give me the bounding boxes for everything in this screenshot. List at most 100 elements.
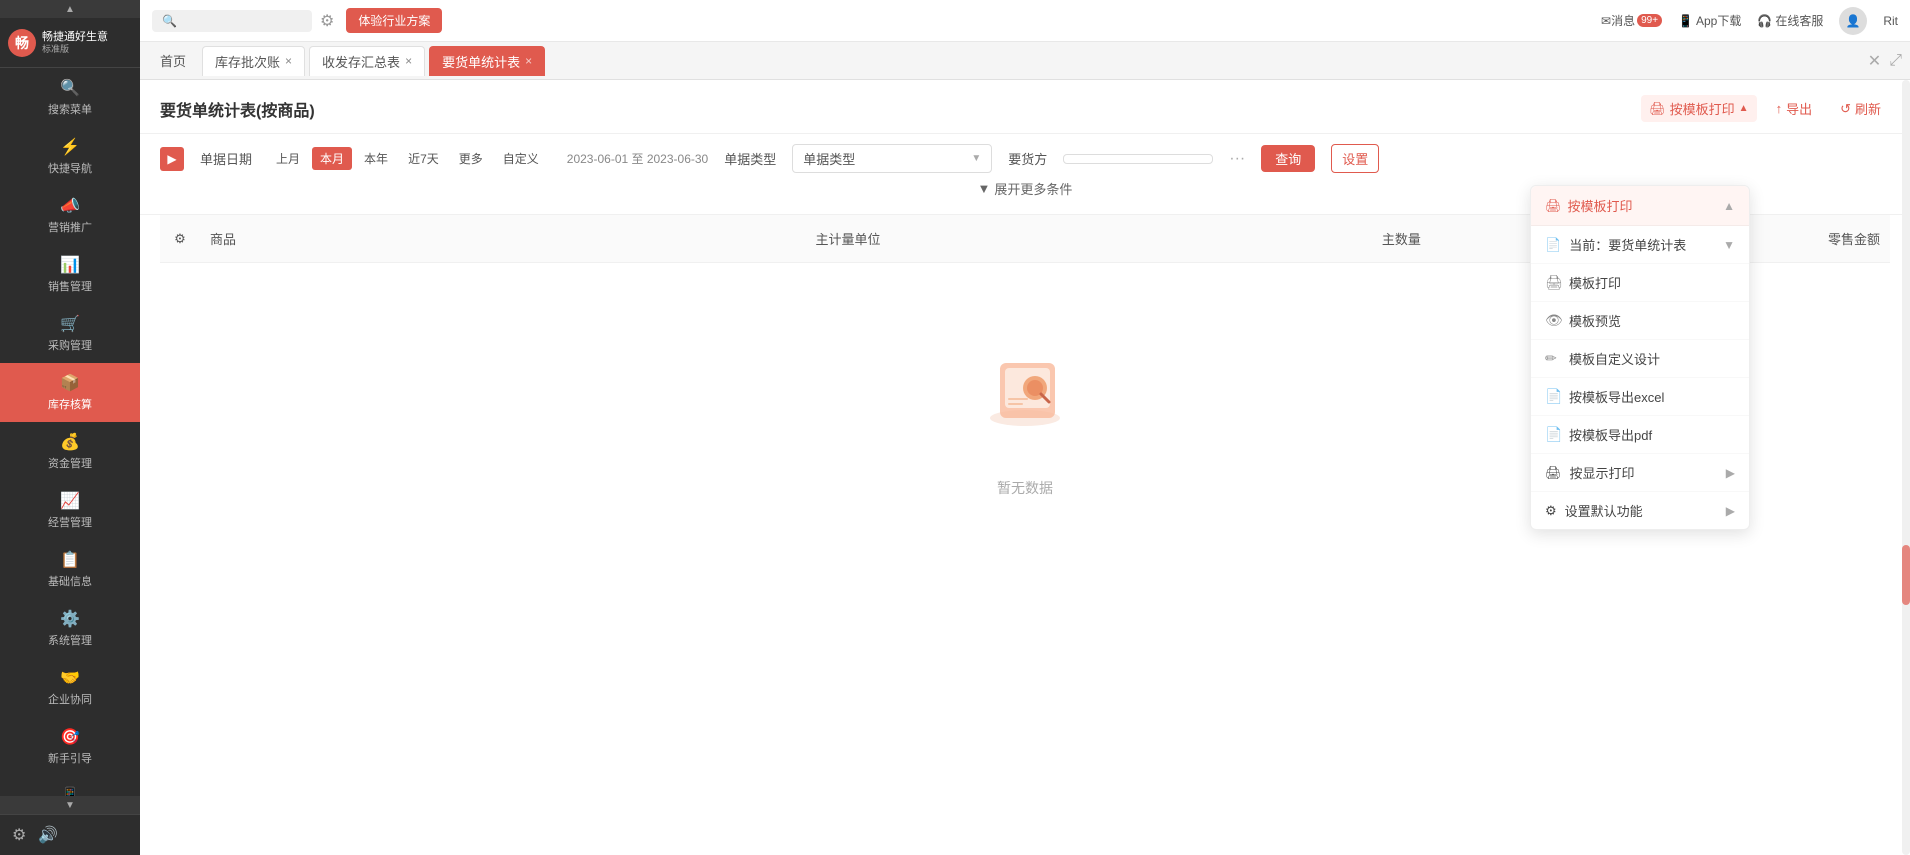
basic-icon: 📋 bbox=[60, 550, 80, 570]
sidebar-item-basic[interactable]: 📋 基础信息 bbox=[0, 540, 140, 599]
date-tab-custom[interactable]: 自定义 bbox=[495, 147, 547, 170]
topbar-search[interactable]: 🔍 bbox=[152, 10, 312, 32]
more-options-icon[interactable]: ··· bbox=[1229, 150, 1245, 168]
template-print-icon: 🖨 bbox=[1545, 274, 1561, 291]
tab-order-stats[interactable]: 要货单统计表 × bbox=[429, 46, 545, 76]
sidebar-item-purchase[interactable]: 🛒 采购管理 bbox=[0, 304, 140, 363]
sidebar-item-label: 快捷导航 bbox=[48, 160, 92, 176]
sidebar-item-label: 搜索菜单 bbox=[48, 101, 92, 117]
current-item-left: 📄 当前：要货单统计表 bbox=[1545, 235, 1686, 254]
marketing-icon: 📣 bbox=[60, 196, 80, 216]
receivables-tab-label: 收发存汇总表 bbox=[322, 52, 400, 71]
messages-button[interactable]: ✉ 消息 99+ bbox=[1601, 12, 1662, 29]
service-button[interactable]: 🎧 在线客服 bbox=[1757, 12, 1823, 29]
sidebar-item-search[interactable]: 🔍 搜索菜单 bbox=[0, 68, 140, 127]
scroll-thumb[interactable] bbox=[1902, 545, 1910, 605]
export-button[interactable]: ↑ 导出 bbox=[1767, 94, 1822, 123]
close-window-btn[interactable]: ✕ bbox=[1868, 51, 1881, 71]
default-func-left: ⚙ 设置默认功能 bbox=[1545, 501, 1643, 520]
sidebar-item-operation[interactable]: 📈 经营管理 bbox=[0, 481, 140, 540]
sidebar-item-finance[interactable]: 💰 资金管理 bbox=[0, 422, 140, 481]
settings-icon[interactable]: ⚙ bbox=[12, 825, 26, 845]
sidebar-scroll-up[interactable]: ▲ bbox=[0, 0, 140, 18]
dropdown-header[interactable]: 🖨 按模板打印 ▲ bbox=[1531, 186, 1749, 226]
th-qty: 主数量 bbox=[1118, 223, 1431, 254]
th-icon[interactable]: ⚙ bbox=[160, 225, 200, 253]
date-range: 2023-06-01 至 2023-06-30 bbox=[567, 150, 708, 167]
tab-receivables[interactable]: 收发存汇总表 × bbox=[309, 46, 425, 76]
expand-icon: ▼ bbox=[978, 181, 991, 196]
sidebar-item-sales[interactable]: 📊 销售管理 bbox=[0, 245, 140, 304]
dropdown-item-template-pdf[interactable]: 📄 按模板导出pdf bbox=[1531, 416, 1749, 454]
tab-home[interactable]: 首页 bbox=[148, 46, 198, 75]
sidebar-item-apps[interactable]: 📱 应用中心 bbox=[0, 776, 140, 796]
dropdown-item-default-func[interactable]: ⚙ 设置默认功能 ▶ bbox=[1531, 492, 1749, 529]
current-icon: 📄 bbox=[1545, 237, 1561, 253]
sidebar-item-label: 经营管理 bbox=[48, 514, 92, 530]
tab-close-order-stats[interactable]: × bbox=[525, 54, 532, 68]
topbar-right: ✉ 消息 99+ 📱 App下载 🎧 在线客服 👤 Rit bbox=[1601, 7, 1898, 35]
dropdown-item-display-print[interactable]: 🖨 按显示打印 ▶ bbox=[1531, 454, 1749, 492]
scroll-track[interactable] bbox=[1902, 80, 1910, 855]
current-label: 当前：要货单统计表 bbox=[1569, 235, 1686, 254]
purchase-icon: 🛒 bbox=[60, 314, 80, 334]
tab-close-receivables[interactable]: × bbox=[405, 54, 412, 68]
system-icon: ⚙️ bbox=[60, 609, 80, 629]
quicknav-icon: ⚡ bbox=[60, 137, 80, 157]
dropdown-item-template-print[interactable]: 🖨 模板打印 bbox=[1531, 264, 1749, 302]
sidebar-item-guide[interactable]: 🎯 新手引导 bbox=[0, 717, 140, 776]
sidebar-item-label: 资金管理 bbox=[48, 455, 92, 471]
tab-close-inventory-batch[interactable]: × bbox=[285, 54, 292, 68]
display-print-left: 🖨 按显示打印 bbox=[1545, 463, 1635, 482]
date-tab-this-year[interactable]: 本年 bbox=[356, 147, 396, 170]
settings-button[interactable]: 设置 bbox=[1331, 144, 1379, 173]
sidebar-item-label: 营销推广 bbox=[48, 219, 92, 235]
date-tab-last-month[interactable]: 上月 bbox=[268, 147, 308, 170]
sidebar-bottom: ⚙ 🔊 bbox=[0, 814, 140, 855]
sidebar-item-label: 库存核算 bbox=[48, 396, 92, 412]
dropdown-item-template-design[interactable]: ✏ 模板自定义设计 bbox=[1531, 340, 1749, 378]
inventory-batch-tab-label: 库存批次账 bbox=[215, 52, 280, 71]
logo-text: 畅捷通好生意 标准版 bbox=[42, 30, 108, 56]
settings-gear-icon[interactable]: ⚙ bbox=[320, 11, 334, 31]
sidebar-item-collab[interactable]: 🤝 企业协同 bbox=[0, 658, 140, 717]
user-avatar[interactable]: 👤 bbox=[1839, 7, 1867, 35]
tab-inventory-batch[interactable]: 库存批次账 × bbox=[202, 46, 305, 76]
doc-type-select[interactable]: 单据类型 ▼ bbox=[792, 144, 992, 173]
trial-button[interactable]: 体验行业方案 bbox=[346, 8, 442, 33]
page-actions: 🖨 按模板打印 ▲ ↑ 导出 ↺ 刷新 bbox=[1641, 94, 1890, 123]
filter-expand-btn[interactable]: ▶ bbox=[160, 147, 184, 171]
sidebar-item-label: 销售管理 bbox=[48, 278, 92, 294]
sidebar-item-inventory[interactable]: 📦 库存核算 bbox=[0, 363, 140, 422]
operation-icon: 📈 bbox=[60, 491, 80, 511]
sidebar-item-quicknav[interactable]: ⚡ 快捷导航 bbox=[0, 127, 140, 186]
dropdown-item-template-excel[interactable]: 📄 按模板导出excel bbox=[1531, 378, 1749, 416]
template-excel-icon: 📄 bbox=[1545, 388, 1561, 405]
logo-icon: 畅 bbox=[8, 29, 36, 57]
goods-type-input[interactable] bbox=[1063, 154, 1213, 164]
date-tab-7days[interactable]: 近7天 bbox=[400, 147, 447, 170]
printer-icon: 🖨 bbox=[1649, 101, 1666, 117]
query-button[interactable]: 查询 bbox=[1261, 145, 1315, 172]
date-tab-more[interactable]: 更多 bbox=[451, 147, 491, 170]
doc-type-value: 单据类型 bbox=[803, 149, 855, 168]
sidebar-item-system[interactable]: ⚙️ 系统管理 bbox=[0, 599, 140, 658]
sidebar-item-label: 新手引导 bbox=[48, 750, 92, 766]
sidebar-scroll-down[interactable]: ▼ bbox=[0, 796, 140, 814]
refresh-button[interactable]: ↺ 刷新 bbox=[1831, 94, 1890, 123]
volume-icon[interactable]: 🔊 bbox=[38, 825, 58, 845]
sidebar-logo: 畅 畅捷通好生意 标准版 bbox=[0, 18, 140, 68]
goods-type-label: 要货方 bbox=[1008, 149, 1047, 168]
sidebar-item-marketing[interactable]: 📣 营销推广 bbox=[0, 186, 140, 245]
username[interactable]: Rit bbox=[1883, 14, 1898, 28]
maximize-window-btn[interactable]: ⤢ bbox=[1889, 52, 1902, 70]
app-download-button[interactable]: 📱 App下载 bbox=[1678, 12, 1741, 29]
finance-icon: 💰 bbox=[60, 432, 80, 452]
dropdown-current-item[interactable]: 📄 当前：要货单统计表 ▼ bbox=[1531, 226, 1749, 264]
date-tab-this-month[interactable]: 本月 bbox=[312, 147, 352, 170]
message-icon: ✉ bbox=[1601, 14, 1611, 28]
dropdown-item-template-preview[interactable]: 👁 模板预览 bbox=[1531, 302, 1749, 340]
main-area: 🔍 ⚙ 体验行业方案 ✉ 消息 99+ 📱 App下载 🎧 在线客服 👤 Rit bbox=[140, 0, 1910, 855]
window-controls: ✕ ⤢ bbox=[1868, 51, 1902, 71]
print-template-button[interactable]: 🖨 按模板打印 ▲ bbox=[1641, 95, 1756, 122]
